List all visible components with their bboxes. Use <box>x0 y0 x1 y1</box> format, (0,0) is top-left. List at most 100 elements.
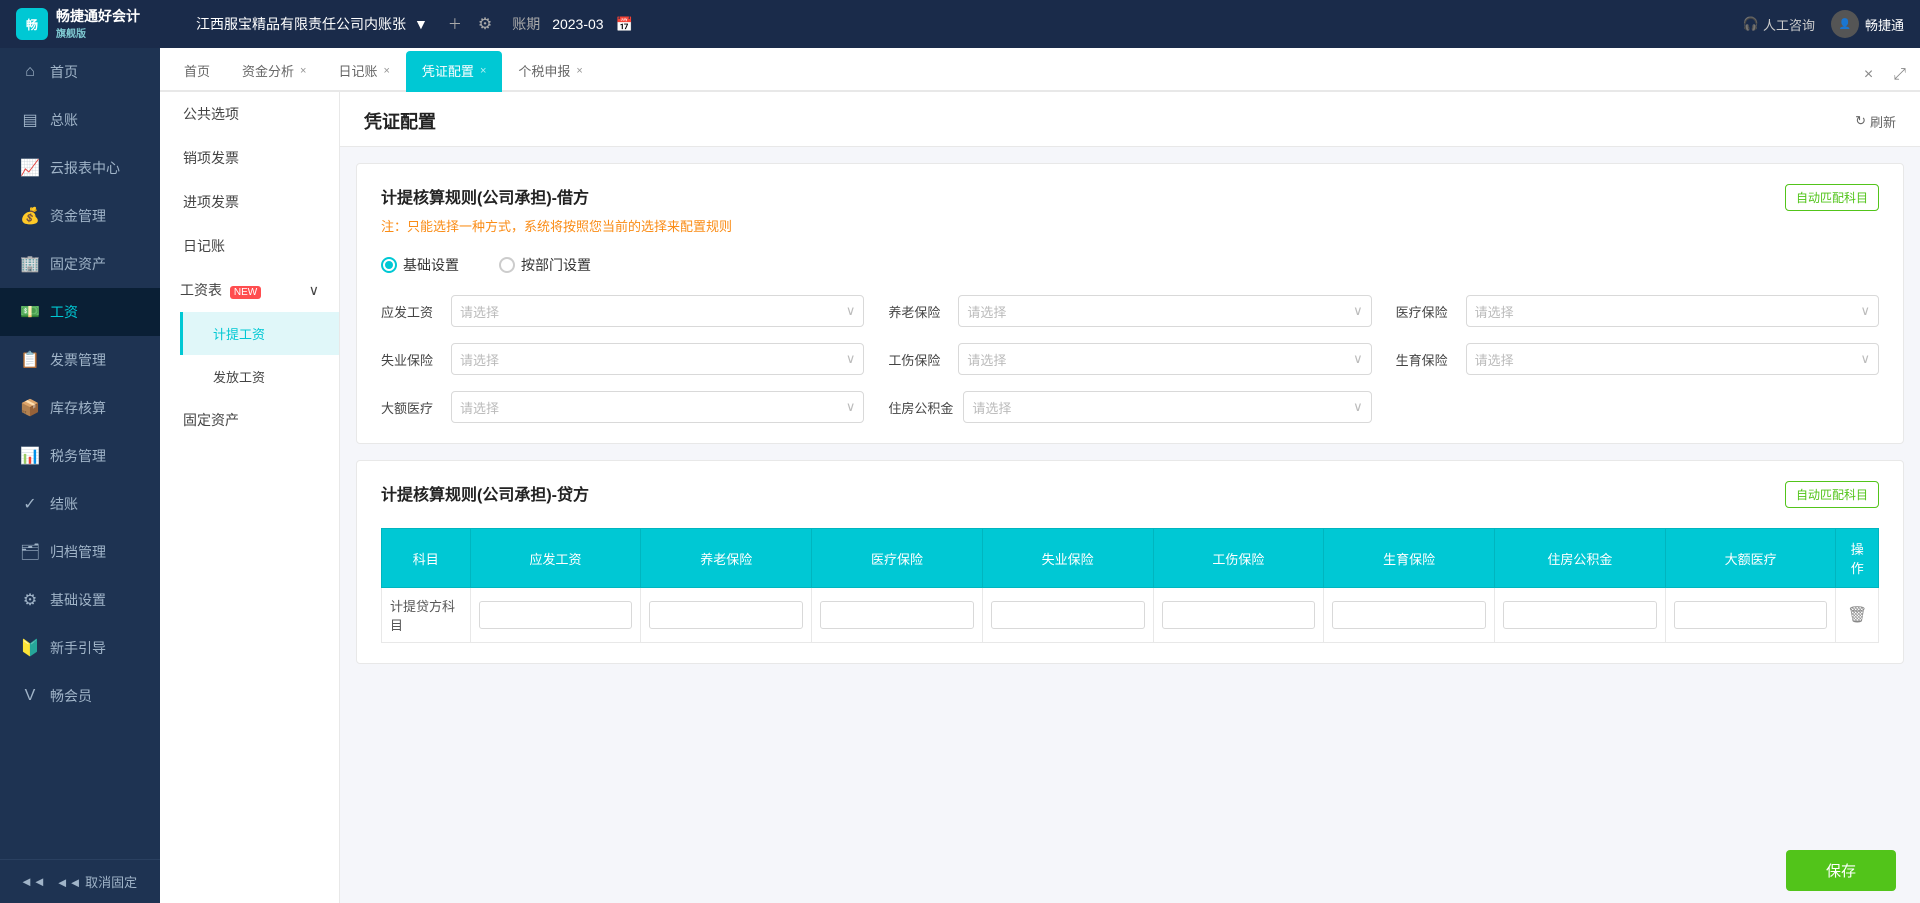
cell-dae-1[interactable] <box>1665 588 1836 643</box>
input-gongshang-1[interactable] <box>1162 601 1316 629</box>
field-dae: 大额医疗 请选择 ∨ <box>381 391 864 423</box>
tab-expand-btn[interactable]: ⤢ <box>1887 64 1912 86</box>
tab-tax-close[interactable]: × <box>576 65 582 77</box>
tab-funds[interactable]: 资金分析 × <box>226 51 322 92</box>
sidebar-item-vip[interactable]: V 畅会员 <box>0 672 160 720</box>
debit-auto-match-btn[interactable]: 自动匹配科目 <box>1785 184 1879 211</box>
input-shengyu-1[interactable] <box>1332 601 1486 629</box>
sidebar-item-invoices[interactable]: 📋 发票管理 <box>0 336 160 384</box>
th-yanglao: 养老保险 <box>641 529 812 588</box>
period-value: 2023-03 <box>552 16 603 32</box>
radio-basic-label: 基础设置 <box>403 255 459 275</box>
sidebar-item-tax[interactable]: 📊 税务管理 <box>0 432 160 480</box>
nav-salary-table-label: 工资表 NEW <box>180 280 261 300</box>
input-yiliao-1[interactable] <box>820 601 974 629</box>
input-shiye-1[interactable] <box>991 601 1145 629</box>
sidebar-item-settings[interactable]: ⚙ 基础设置 <box>0 576 160 624</box>
cell-yanglao-1[interactable] <box>641 588 812 643</box>
settings-icon[interactable]: ⚙ <box>478 14 492 34</box>
delete-row-btn-1[interactable]: 🗑 <box>1847 605 1867 625</box>
add-icon[interactable]: ＋ <box>448 14 462 34</box>
th-subject: 科目 <box>382 529 471 588</box>
field-yiliao-placeholder: 请选择 <box>1475 302 1514 321</box>
cell-action-1[interactable]: 🗑 <box>1836 588 1879 643</box>
credit-auto-match-btn[interactable]: 自动匹配科目 <box>1785 481 1879 508</box>
input-yanglao-1[interactable] <box>649 601 803 629</box>
sidebar-item-home[interactable]: ⌂ 首页 <box>0 48 160 96</box>
tab-funds-close[interactable]: × <box>300 65 306 77</box>
th-shengyu: 生育保险 <box>1324 529 1495 588</box>
input-yingfa-1[interactable] <box>479 601 633 629</box>
avatar-area[interactable]: 👤 畅捷通 <box>1831 10 1904 38</box>
sidebar-collapse-btn[interactable]: ◄◄ ◄◄ 取消固定 <box>0 859 160 903</box>
nav-journal[interactable]: 日记账 <box>160 224 339 268</box>
tab-home-label: 首页 <box>184 61 210 80</box>
sidebar-item-reports[interactable]: 📈 云报表中心 <box>0 144 160 192</box>
field-yanglao-select[interactable]: 请选择 ∨ <box>958 295 1371 327</box>
refresh-button[interactable]: ↻ 刷新 <box>1855 112 1896 131</box>
sidebar-item-funds[interactable]: 💰 资金管理 <box>0 192 160 240</box>
cell-gjj-1[interactable] <box>1495 588 1666 643</box>
company-name: 江西服宝精品有限责任公司内账张 <box>196 14 406 34</box>
nav-purchase[interactable]: 进项发票 <box>160 180 339 224</box>
field-yingfa-select[interactable]: 请选择 ∨ <box>451 295 864 327</box>
credit-section-header: 计提核算规则(公司承担)-贷方 自动匹配科目 <box>381 481 1879 520</box>
tab-journal-close[interactable]: × <box>383 65 389 77</box>
field-shengyu-select[interactable]: 请选择 ∨ <box>1466 343 1879 375</box>
sidebar-item-assets[interactable]: 🏢 固定资产 <box>0 240 160 288</box>
sidebar-item-settle[interactable]: ✓ 结账 <box>0 480 160 528</box>
field-dae-select[interactable]: 请选择 ∨ <box>451 391 864 423</box>
calendar-icon[interactable]: 📅 <box>616 16 633 33</box>
refresh-icon: ↻ <box>1855 113 1866 129</box>
debit-section-title-area: 计提核算规则(公司承担)-借方 注：只能选择一种方式，系统将按照您当前的选择来配… <box>381 184 732 251</box>
nav-salary-table[interactable]: 工资表 NEW ∨ <box>160 268 339 312</box>
cell-gongshang-1[interactable] <box>1153 588 1324 643</box>
sidebar: ⌂ 首页 ▤ 总账 📈 云报表中心 💰 资金管理 🏢 固定资产 💵 工资 📋 发… <box>0 48 160 903</box>
tab-voucher-close[interactable]: × <box>480 65 486 77</box>
radio-basic[interactable]: 基础设置 <box>381 255 459 275</box>
tab-close-all-btn[interactable]: × <box>1858 64 1879 86</box>
field-yiliao-select[interactable]: 请选择 ∨ <box>1466 295 1879 327</box>
sidebar-label-archive: 归档管理 <box>50 542 106 562</box>
home-icon: ⌂ <box>20 63 40 81</box>
tab-home[interactable]: 首页 <box>168 51 226 92</box>
sidebar-item-guide[interactable]: 🔰 新手引导 <box>0 624 160 672</box>
main-layout: ⌂ 首页 ▤ 总账 📈 云报表中心 💰 资金管理 🏢 固定资产 💵 工资 📋 发… <box>0 48 1920 903</box>
cell-shengyu-1[interactable] <box>1324 588 1495 643</box>
field-shengyu-placeholder: 请选择 <box>1475 350 1514 369</box>
company-dropdown[interactable]: ▼ <box>414 16 428 32</box>
vip-icon: V <box>20 687 40 705</box>
top-header: 畅 畅捷通好会计 旗舰版 江西服宝精品有限责任公司内账张 ▼ ＋ ⚙ 账期 20… <box>0 0 1920 48</box>
input-gjj-1[interactable] <box>1503 601 1657 629</box>
support-area[interactable]: 🎧 人工咨询 <box>1743 15 1815 34</box>
cell-yiliao-1[interactable] <box>812 588 983 643</box>
input-dae-1[interactable] <box>1674 601 1828 629</box>
sidebar-label-assets: 固定资产 <box>50 254 106 274</box>
cell-yingfa-1[interactable] <box>470 588 641 643</box>
tab-tax[interactable]: 个税申报 × <box>502 51 598 92</box>
field-shiye-select[interactable]: 请选择 ∨ <box>451 343 864 375</box>
archive-icon: 🗂 <box>20 542 40 562</box>
field-gongshang-select[interactable]: 请选择 ∨ <box>958 343 1371 375</box>
nav-calc-salary[interactable]: 计提工资 <box>180 312 339 355</box>
tab-journal[interactable]: 日记账 × <box>322 51 405 92</box>
sidebar-item-archive[interactable]: 🗂 归档管理 <box>0 528 160 576</box>
tab-voucher[interactable]: 凭证配置 × <box>406 51 502 92</box>
sidebar-item-inventory[interactable]: 📦 库存核算 <box>0 384 160 432</box>
nav-pay-salary[interactable]: 发放工资 <box>180 355 339 398</box>
debit-section: 计提核算规则(公司承担)-借方 注：只能选择一种方式，系统将按照您当前的选择来配… <box>356 163 1904 444</box>
debit-section-header: 计提核算规则(公司承担)-借方 注：只能选择一种方式，系统将按照您当前的选择来配… <box>381 184 1879 251</box>
field-yingfa: 应发工资 请选择 ∨ <box>381 295 864 327</box>
nav-public[interactable]: 公共选项 <box>160 92 339 136</box>
sidebar-item-ledger[interactable]: ▤ 总账 <box>0 96 160 144</box>
invoices-icon: 📋 <box>20 350 40 370</box>
save-area: 保存 <box>1762 838 1920 903</box>
support-label: 人工咨询 <box>1763 15 1815 34</box>
nav-sales[interactable]: 销项发票 <box>160 136 339 180</box>
field-gjj-select[interactable]: 请选择 ∨ <box>963 391 1371 423</box>
save-button[interactable]: 保存 <box>1786 850 1896 891</box>
nav-fixed-assets[interactable]: 固定资产 <box>160 398 339 442</box>
sidebar-item-salary[interactable]: 💵 工资 <box>0 288 160 336</box>
cell-shiye-1[interactable] <box>982 588 1153 643</box>
radio-department[interactable]: 按部门设置 <box>499 255 591 275</box>
